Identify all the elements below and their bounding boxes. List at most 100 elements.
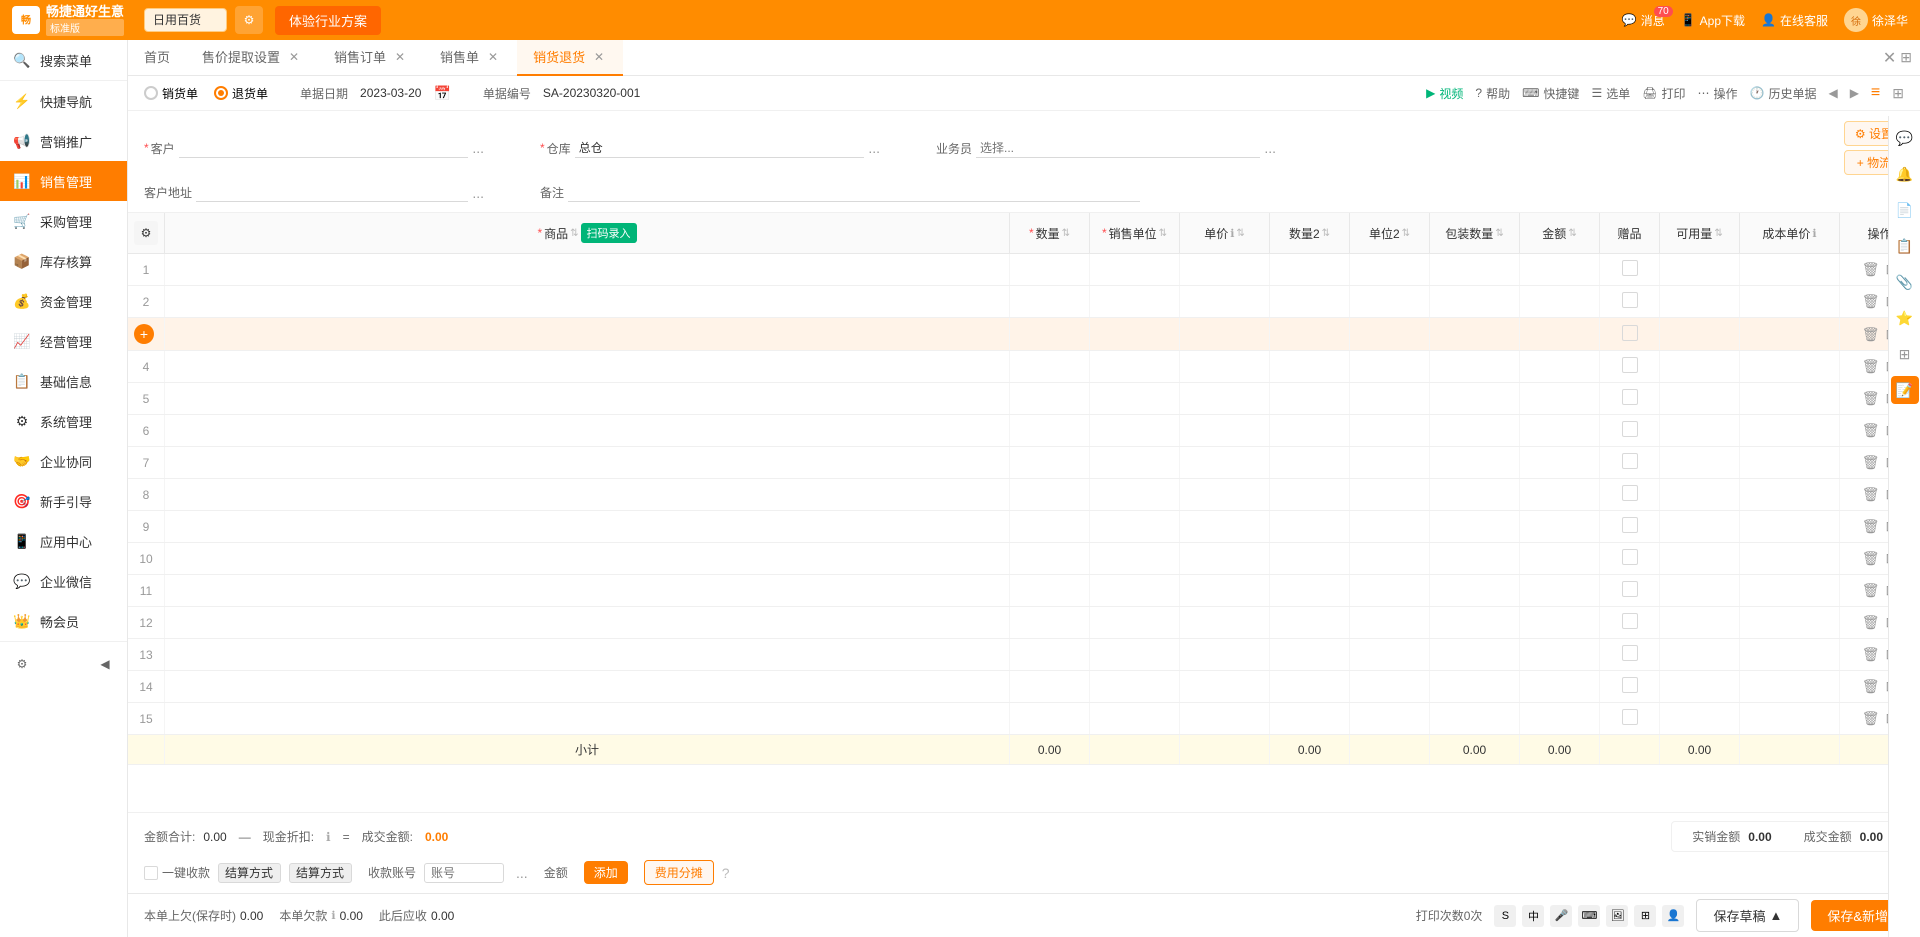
sidebar-item-apps[interactable]: 📱 应用中心 [0, 521, 127, 561]
col-settings-header[interactable]: ⚙ [128, 213, 165, 254]
qty2-cell[interactable] [1270, 351, 1350, 383]
unit-price-cell[interactable] [1180, 543, 1270, 575]
product-cell[interactable] [165, 607, 1010, 639]
gift-checkbox[interactable] [1622, 581, 1638, 597]
sales-unit-cell[interactable] [1090, 671, 1180, 703]
qty-cell[interactable] [1010, 575, 1090, 607]
amount-cell[interactable] [1520, 639, 1600, 671]
available-sort-icon[interactable]: ⇅ [1714, 228, 1722, 239]
unit-price-cell[interactable] [1180, 351, 1270, 383]
im-icon-kb[interactable]: ⌨ [1578, 905, 1600, 927]
gift-cell[interactable] [1600, 543, 1660, 575]
delete-row-icon[interactable]: 🗑 [1862, 582, 1880, 599]
qty-cell[interactable] [1010, 383, 1090, 415]
right-panel-list-icon[interactable]: 📋 [1891, 232, 1919, 260]
qty2-cell[interactable] [1270, 703, 1350, 735]
sidebar-item-sales[interactable]: 📊 销售管理 [0, 161, 127, 201]
pack-qty-cell[interactable] [1430, 286, 1520, 318]
unit2-cell[interactable] [1350, 703, 1430, 735]
available-cell[interactable] [1660, 351, 1740, 383]
delete-row-icon[interactable]: 🗑 [1862, 422, 1880, 439]
sales-unit-cell[interactable] [1090, 286, 1180, 318]
unit2-cell[interactable] [1350, 479, 1430, 511]
unit-price-cell[interactable] [1180, 607, 1270, 639]
pack-qty-cell[interactable] [1430, 607, 1520, 639]
product-sort-icon[interactable]: ⇅ [570, 228, 578, 239]
delete-row-icon[interactable]: 🗑 [1862, 261, 1880, 278]
available-cell[interactable] [1660, 318, 1740, 351]
sidebar-item-inventory[interactable]: 📦 库存核算 [0, 241, 127, 281]
tab-price-close[interactable]: ✕ [286, 49, 302, 65]
amount-cell[interactable] [1520, 351, 1600, 383]
unit-sort-icon[interactable]: ⇅ [1159, 228, 1167, 239]
product-cell[interactable] [165, 511, 1010, 543]
right-panel-doc-icon[interactable]: 📄 [1891, 196, 1919, 224]
cost-unit-cell[interactable] [1740, 671, 1840, 703]
trial-button[interactable]: 体验行业方案 [275, 6, 381, 35]
scan-button[interactable]: 扫码录入 [581, 223, 637, 243]
available-cell[interactable] [1660, 607, 1740, 639]
staff-expand-icon[interactable]: ... [1264, 140, 1276, 156]
cost-unit-cell[interactable] [1740, 318, 1840, 351]
tab-close-window-icon[interactable]: ✕ [1883, 48, 1896, 68]
gift-cell[interactable] [1600, 254, 1660, 286]
unit-price-cell[interactable] [1180, 511, 1270, 543]
im-icon-mic[interactable]: 🎤 [1550, 905, 1572, 927]
qty-cell[interactable] [1010, 254, 1090, 286]
qty2-cell[interactable] [1270, 575, 1350, 607]
gift-checkbox[interactable] [1622, 645, 1638, 661]
sidebar-collapse-icon[interactable]: ◀ [91, 650, 119, 678]
sales-unit-cell[interactable] [1090, 607, 1180, 639]
delete-row-icon[interactable]: 🗑 [1862, 454, 1880, 471]
account-input[interactable] [424, 863, 504, 883]
cost-unit-cell[interactable] [1740, 254, 1840, 286]
settlement-method-select[interactable]: 结算方式 [218, 863, 281, 883]
daily-goods-select[interactable]: 日用百货 [144, 8, 227, 32]
cost-unit-cell[interactable] [1740, 575, 1840, 607]
remark-input[interactable] [568, 183, 1140, 202]
unit-price-cell[interactable] [1180, 286, 1270, 318]
sidebar-item-purchase[interactable]: 🛒 采购管理 [0, 201, 127, 241]
unit2-cell[interactable] [1350, 254, 1430, 286]
sidebar-item-shortcut[interactable]: ⚡ 快捷导航 [0, 81, 127, 121]
amount-cell[interactable] [1520, 543, 1600, 575]
unit2-cell[interactable] [1350, 543, 1430, 575]
pack-qty-cell[interactable] [1430, 479, 1520, 511]
product-cell[interactable] [165, 543, 1010, 575]
unit-price-cell[interactable] [1180, 318, 1270, 351]
available-cell[interactable] [1660, 671, 1740, 703]
gift-cell[interactable] [1600, 511, 1660, 543]
sidebar-item-wechat[interactable]: 💬 企业微信 [0, 561, 127, 601]
sidebar-item-newbie[interactable]: 🎯 新手引导 [0, 481, 127, 521]
delete-row-icon[interactable]: 🗑 [1862, 293, 1880, 310]
add-item-button[interactable]: 添加 [584, 861, 628, 884]
unit2-cell[interactable] [1350, 607, 1430, 639]
save-draft-button[interactable]: 保存草稿 ▲ [1696, 899, 1799, 932]
amount-cell[interactable] [1520, 383, 1600, 415]
im-icon-person[interactable]: 👤 [1662, 905, 1684, 927]
tab-expand-icon[interactable]: ⊞ [1900, 49, 1912, 66]
available-cell[interactable] [1660, 254, 1740, 286]
available-cell[interactable] [1660, 575, 1740, 607]
gift-checkbox[interactable] [1622, 549, 1638, 565]
user-avatar-item[interactable]: 徐 徐泽华 [1844, 8, 1908, 32]
qty-cell[interactable] [1010, 286, 1090, 318]
delete-row-icon[interactable]: 🗑 [1862, 614, 1880, 631]
gift-cell[interactable] [1600, 318, 1660, 351]
product-cell[interactable] [165, 479, 1010, 511]
pack-qty-cell[interactable] [1430, 447, 1520, 479]
pack-qty-cell[interactable] [1430, 639, 1520, 671]
unit2-cell[interactable] [1350, 351, 1430, 383]
customer-expand-icon[interactable]: ... [472, 140, 484, 156]
pack-qty-cell[interactable] [1430, 318, 1520, 351]
cost-unit-cell[interactable] [1740, 543, 1840, 575]
pack-qty-cell[interactable] [1430, 671, 1520, 703]
pack-qty-cell[interactable] [1430, 575, 1520, 607]
qty-cell[interactable] [1010, 479, 1090, 511]
qty-cell[interactable] [1010, 415, 1090, 447]
video-btn[interactable]: ▶ 视频 [1426, 85, 1463, 102]
qty2-sort-icon[interactable]: ⇅ [1322, 228, 1330, 239]
cost-unit-cell[interactable] [1740, 415, 1840, 447]
unit2-cell[interactable] [1350, 447, 1430, 479]
right-panel-form-icon[interactable]: 📝 [1891, 376, 1919, 404]
